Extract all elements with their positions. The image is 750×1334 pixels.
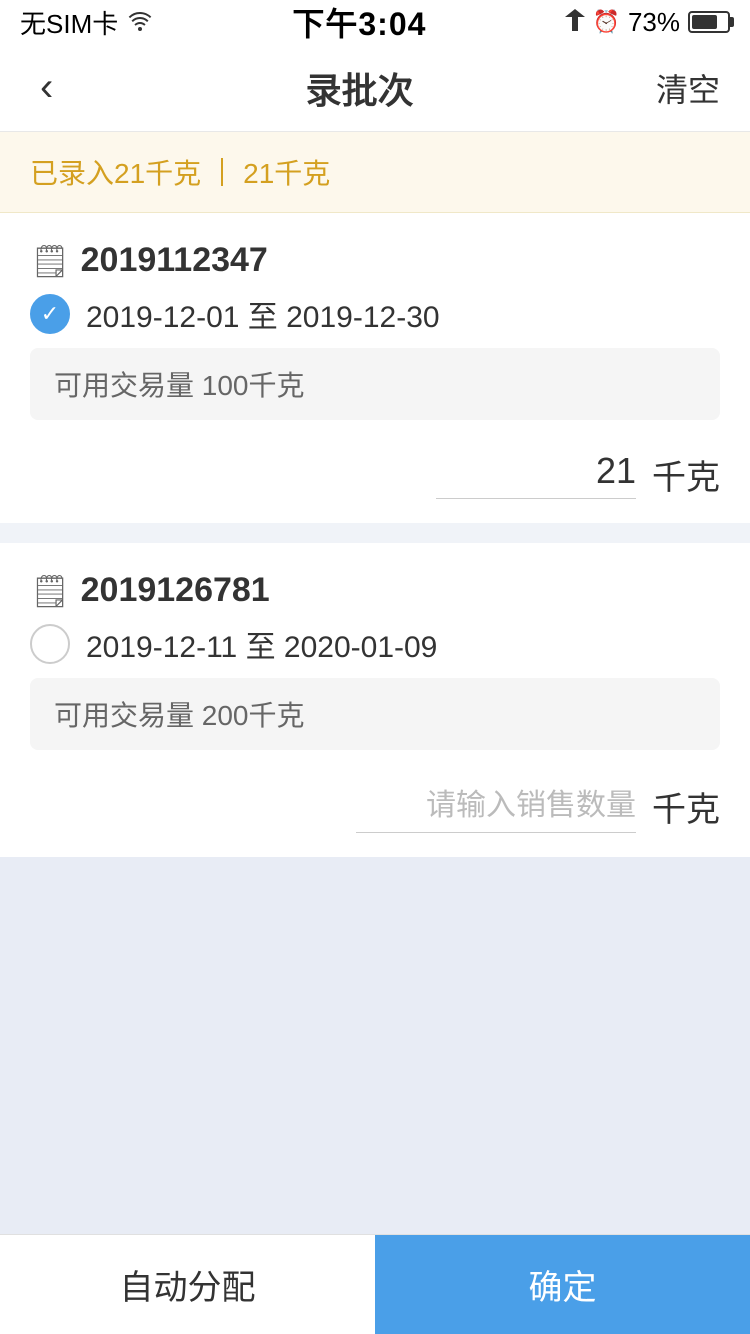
clear-button[interactable]: 清空 — [656, 65, 720, 111]
batch-1-date-row[interactable]: ✓ 2019-12-01 至 2019-12-30 — [0, 280, 750, 348]
page-title: 录批次 — [306, 62, 414, 114]
batch-1-quantity-row: 21 千克 — [0, 440, 750, 523]
bottom-area — [0, 857, 750, 1247]
battery-pct: 73% — [628, 7, 680, 38]
alarm-icon: ⏰ — [593, 9, 620, 35]
recorded-amount: 21千克 — [243, 152, 330, 192]
bottom-buttons: 自动分配 确定 — [0, 1234, 750, 1334]
batch-2-date: 2019-12-11 至 2020-01-09 — [86, 622, 437, 666]
section-gap-1 — [0, 523, 750, 543]
nav-bar: ‹ 录批次 清空 — [0, 44, 750, 132]
batch-1-radio[interactable]: ✓ — [30, 294, 70, 334]
batch-2-id: 2019126781 — [81, 571, 270, 610]
batch-1-icon: 🗒 — [30, 242, 71, 280]
wifi-icon — [126, 7, 154, 38]
batch-2-date-row[interactable]: 2019-12-11 至 2020-01-09 — [0, 610, 750, 678]
recorded-label: 已录入21千克 — [30, 152, 201, 192]
batch-2-radio[interactable] — [30, 624, 70, 664]
batch-2-header: 🗒 2019126781 — [0, 543, 750, 610]
auto-distribute-button[interactable]: 自动分配 — [0, 1235, 375, 1334]
batch-1-available: 可用交易量 100千克 — [30, 348, 720, 420]
batch-1-underline — [436, 498, 636, 499]
batch-2-underline — [356, 832, 636, 833]
batch-2-icon: 🗒 — [30, 572, 71, 610]
batch-card-2: 🗒 2019126781 2019-12-11 至 2020-01-09 可用交… — [0, 543, 750, 857]
batch-1-unit: 千克 — [652, 450, 720, 499]
status-right: ⏰ 73% — [565, 7, 730, 38]
batch-2-unit: 千克 — [652, 782, 720, 831]
batch-1-header: 🗒 2019112347 — [0, 213, 750, 280]
batch-2-input-placeholder[interactable]: 请输入销售数量 — [426, 780, 636, 824]
status-time: 下午3:04 — [292, 0, 426, 45]
carrier-label: 无SIM卡 — [20, 4, 118, 41]
back-button[interactable]: ‹ — [30, 55, 63, 120]
confirm-button[interactable]: 确定 — [375, 1235, 750, 1334]
status-bar: 无SIM卡 下午3:04 ⏰ 73% — [0, 0, 750, 44]
location-icon — [565, 7, 585, 38]
batch-1-date: 2019-12-01 至 2019-12-30 — [86, 292, 440, 336]
batch-2-available: 可用交易量 200千克 — [30, 678, 720, 750]
battery-icon — [688, 11, 730, 33]
info-banner: 已录入21千克 21千克 — [0, 132, 750, 213]
info-divider — [221, 158, 223, 186]
batch-card-1: 🗒 2019112347 ✓ 2019-12-01 至 2019-12-30 可… — [0, 213, 750, 523]
batch-2-quantity-row: 请输入销售数量 千克 — [0, 770, 750, 857]
batch-1-quantity-value: 21 — [596, 450, 636, 492]
status-left: 无SIM卡 — [20, 4, 154, 41]
batch-1-id: 2019112347 — [81, 241, 268, 280]
check-icon: ✓ — [41, 303, 59, 325]
